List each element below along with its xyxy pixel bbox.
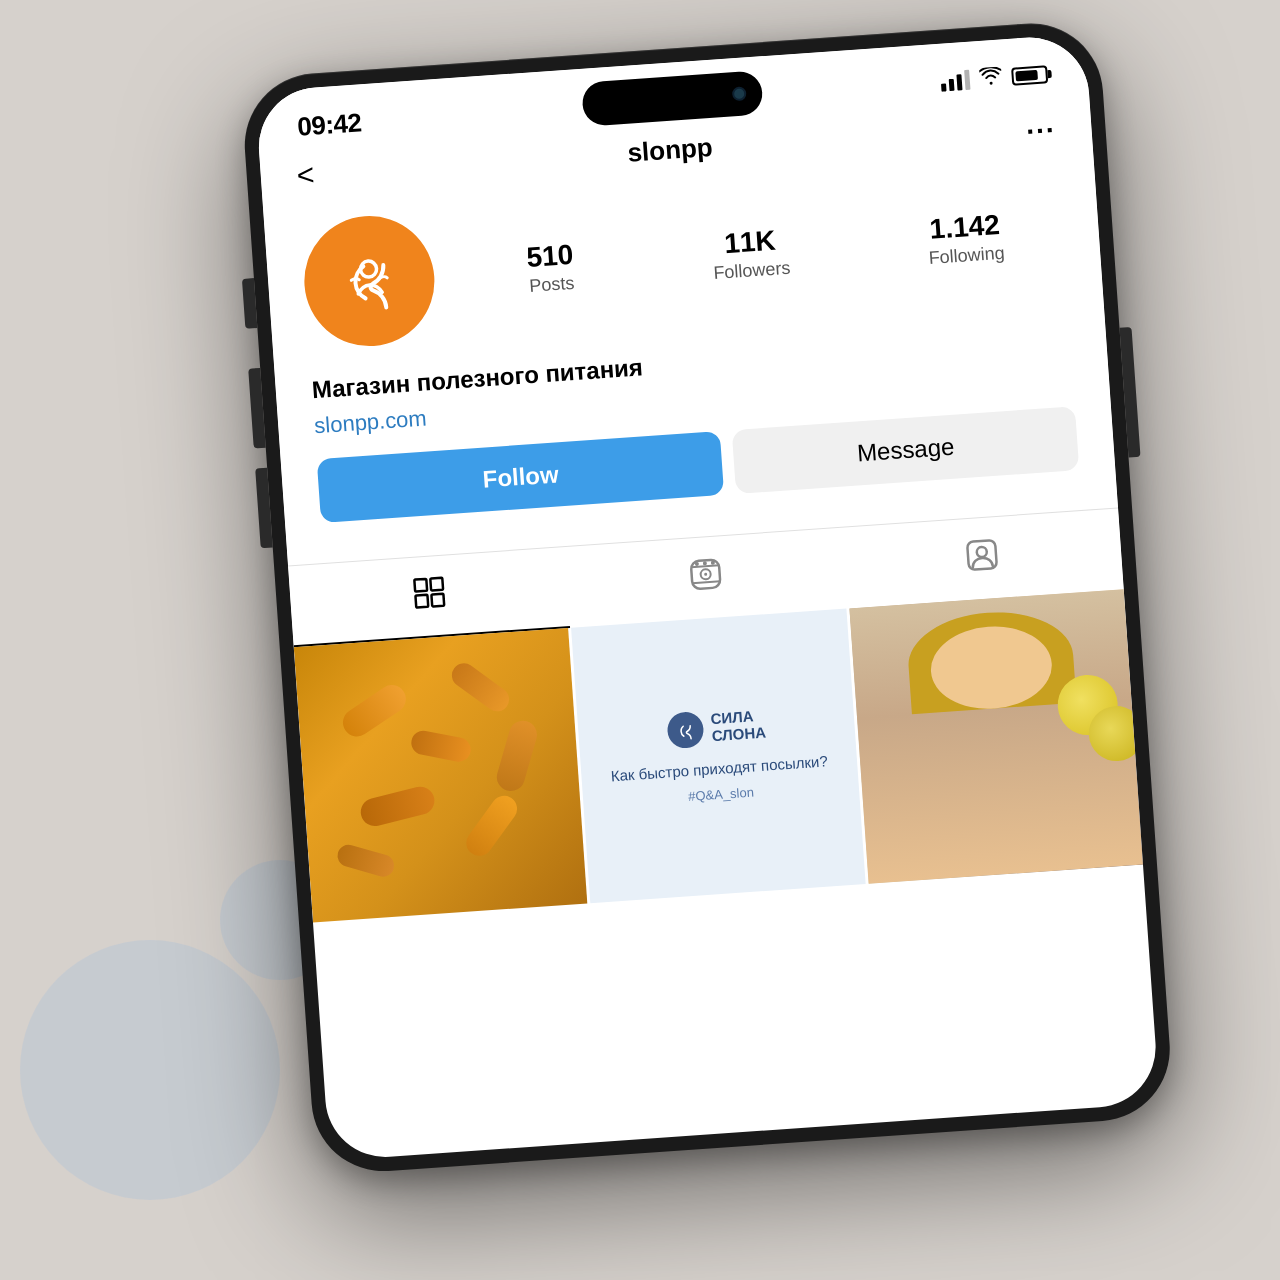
grid-post-2[interactable]: СИЛАСЛОНА Как быстро приходят посылки? #… bbox=[571, 609, 865, 903]
svg-point-11 bbox=[703, 561, 707, 565]
camera-dot bbox=[732, 86, 747, 101]
follow-button[interactable]: Follow bbox=[317, 431, 725, 523]
following-label: Following bbox=[928, 242, 1005, 268]
reels-icon bbox=[689, 557, 724, 598]
followers-stat[interactable]: 11K Followers bbox=[711, 225, 792, 283]
back-button[interactable]: < bbox=[296, 158, 316, 193]
followers-label: Followers bbox=[713, 257, 791, 283]
avatar[interactable] bbox=[300, 212, 439, 351]
profile-username: slonpp bbox=[626, 131, 713, 168]
svg-rect-3 bbox=[415, 595, 428, 608]
grid-post-1[interactable] bbox=[294, 628, 588, 922]
capsule-image bbox=[294, 628, 588, 922]
svg-line-8 bbox=[691, 566, 719, 568]
grid-post-3[interactable] bbox=[849, 589, 1143, 883]
tagged-icon bbox=[965, 538, 1000, 579]
screen: 09:42 bbox=[255, 34, 1160, 1161]
phone-body: 09:42 bbox=[240, 19, 1175, 1176]
decorative-circle-large bbox=[20, 940, 280, 1200]
svg-rect-2 bbox=[430, 578, 443, 591]
message-button[interactable]: Message bbox=[732, 406, 1079, 494]
svg-point-14 bbox=[977, 547, 988, 558]
svg-rect-1 bbox=[414, 579, 427, 592]
grid-icon bbox=[412, 576, 447, 617]
ad-logo: СИЛАСЛОНА bbox=[666, 706, 767, 749]
wifi-icon bbox=[979, 66, 1003, 90]
svg-point-7 bbox=[704, 573, 707, 576]
avatar-logo bbox=[327, 238, 412, 323]
phone-wrapper: 09:42 bbox=[240, 19, 1175, 1176]
ad-brand-first: СИЛАСЛОНА bbox=[710, 708, 766, 745]
ad-hashtag: #Q&A_slon bbox=[688, 784, 755, 804]
signal-icon bbox=[940, 70, 970, 92]
posts-count: 510 bbox=[526, 240, 575, 271]
svg-rect-4 bbox=[431, 594, 444, 607]
posts-grid: СИЛАСЛОНА Как быстро приходят посылки? #… bbox=[294, 589, 1143, 922]
posts-stat[interactable]: 510 Posts bbox=[526, 240, 576, 296]
mute-button[interactable] bbox=[242, 278, 257, 329]
following-stat[interactable]: 1.142 Following bbox=[926, 210, 1006, 268]
girl-image bbox=[849, 589, 1143, 883]
following-count: 1.142 bbox=[929, 211, 1001, 244]
status-icons bbox=[940, 63, 1048, 93]
battery-icon bbox=[1011, 65, 1048, 85]
scene: 09:42 bbox=[0, 0, 1280, 1280]
ad-question-text: Как быстро приходят посылки? bbox=[610, 750, 828, 786]
ad-logo-icon bbox=[666, 711, 704, 749]
more-options-button[interactable]: ... bbox=[1025, 107, 1057, 141]
status-time: 09:42 bbox=[296, 107, 362, 142]
stats-row: 510 Posts 11K Followers 1.142 Following bbox=[466, 206, 1064, 300]
followers-count: 11K bbox=[723, 226, 776, 258]
profile-section: 510 Posts 11K Followers 1.142 Following bbox=[263, 149, 1118, 565]
svg-line-9 bbox=[692, 582, 720, 584]
posts-label: Posts bbox=[529, 272, 575, 296]
